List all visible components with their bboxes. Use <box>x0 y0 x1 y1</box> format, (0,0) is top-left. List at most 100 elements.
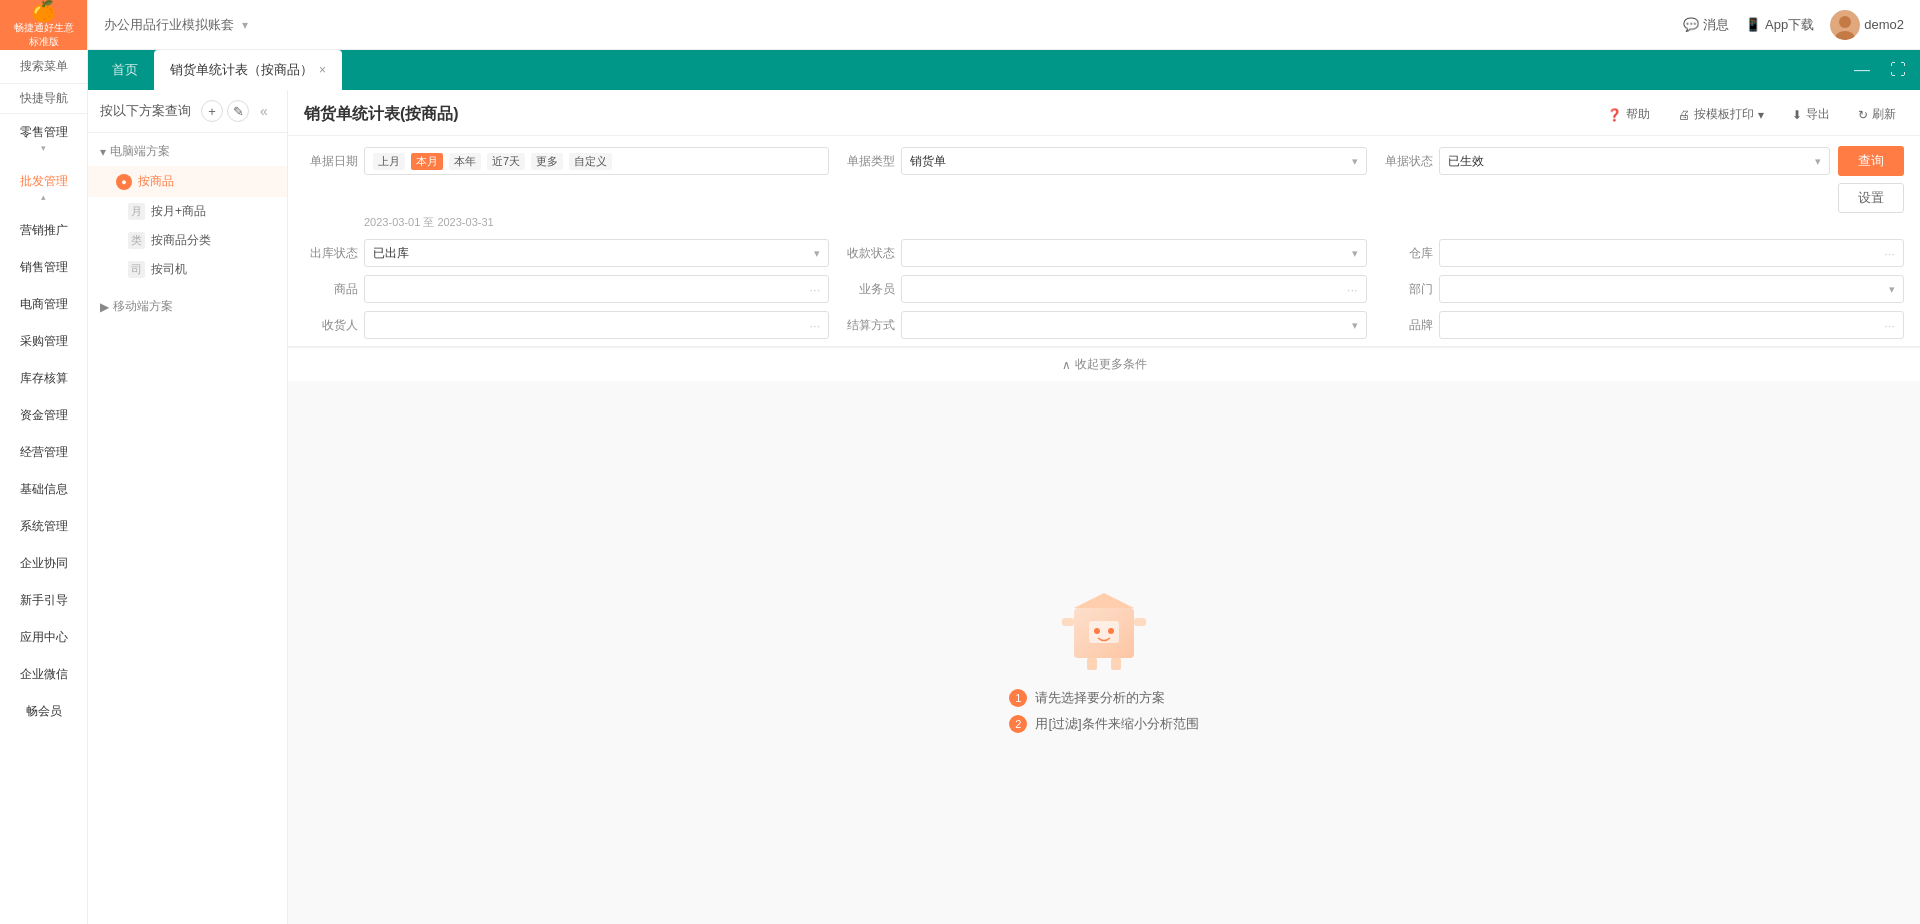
date-this-year-btn[interactable]: 本年 <box>449 153 481 170</box>
app-download-btn[interactable]: 📱 App下载 <box>1745 16 1814 34</box>
warehouse-input[interactable]: ··· <box>1439 239 1904 267</box>
product-input[interactable]: ··· <box>364 275 829 303</box>
receiver-more-icon[interactable]: ··· <box>809 318 820 333</box>
message-label: 消息 <box>1703 16 1729 34</box>
sidebar-search[interactable]: 搜索菜单 <box>0 50 87 84</box>
sidebar-item-system[interactable]: 系统管理 <box>0 508 87 545</box>
settlement-input[interactable]: ▾ <box>901 311 1366 339</box>
logo[interactable]: 🍊 畅捷通好生意 标准版 <box>0 0 87 50</box>
tab-home[interactable]: 首页 <box>96 50 154 90</box>
product-more-icon[interactable]: ··· <box>809 282 820 297</box>
department-input[interactable]: ▾ <box>1439 275 1904 303</box>
reset-button[interactable]: 设置 <box>1838 183 1904 213</box>
warehouse-label: 仓库 <box>1379 245 1439 262</box>
tab-minimize-btn[interactable]: — <box>1848 56 1876 84</box>
sidebar-item-ecommerce[interactable]: 电商管理 <box>0 286 87 323</box>
mobile-scheme-group-title[interactable]: ▶ 移动端方案 <box>88 292 287 321</box>
scheme-item-month-product[interactable]: 月 按月+商品 <box>88 197 287 226</box>
sidebar-item-sales[interactable]: 销售管理 <box>0 249 87 286</box>
brand-label: 品牌 <box>1379 317 1439 334</box>
sidebar-item-operation[interactable]: 经营管理 <box>0 434 87 471</box>
department-arrow-icon: ▾ <box>1889 283 1895 296</box>
date-this-month-btn[interactable]: 本月 <box>411 153 443 170</box>
sidebar-item-purchase[interactable]: 采购管理 <box>0 323 87 360</box>
scheme-item-by-product[interactable]: ● 按商品 <box>88 166 287 197</box>
svg-rect-11 <box>1134 618 1146 626</box>
tab-sales-stat[interactable]: 销货单统计表（按商品） × <box>154 50 342 90</box>
sidebar-item-wholesale[interactable]: 批发管理 ▴ <box>0 163 87 212</box>
receipt-status-input[interactable]: ▾ <box>901 239 1366 267</box>
sidebar-item-newbie[interactable]: 新手引导 <box>0 582 87 619</box>
svg-rect-9 <box>1111 658 1121 670</box>
salesman-input[interactable]: ··· <box>901 275 1366 303</box>
svg-point-6 <box>1094 628 1100 634</box>
brand-more-icon[interactable]: ··· <box>1884 318 1895 333</box>
svg-rect-10 <box>1062 618 1074 626</box>
department-field-box: 部门 ▾ <box>1379 274 1904 304</box>
brand-input[interactable]: ··· <box>1439 311 1904 339</box>
tab-maximize-btn[interactable]: ⛶ <box>1884 56 1912 84</box>
collapse-panel-btn[interactable]: « <box>253 100 275 122</box>
settlement-arrow-icon: ▾ <box>1352 319 1358 332</box>
topbar-right: 💬 消息 📱 App下载 demo2 <box>1683 10 1904 40</box>
query-button[interactable]: 查询 <box>1838 146 1904 176</box>
sidebar-item-appcenter[interactable]: 应用中心 <box>0 619 87 656</box>
sidebar-item-wechat[interactable]: 企业微信 <box>0 656 87 693</box>
refresh-label: 刷新 <box>1872 106 1896 123</box>
sidebar-item-corp[interactable]: 企业协同 <box>0 545 87 582</box>
sidebar-item-retail[interactable]: 零售管理 ▾ <box>0 114 87 163</box>
export-label: 导出 <box>1806 106 1830 123</box>
sidebar-quicknav[interactable]: 快捷导航 <box>0 84 87 114</box>
print-btn[interactable]: 🖨 按模板打印 ▾ <box>1670 102 1772 127</box>
scheme-item-driver[interactable]: 司 按司机 <box>88 255 287 284</box>
page-content: 按以下方案查询 + ✎ « ▾ 电脑端方案 ● 按商品 月 按月 <box>88 90 1920 924</box>
doc-status-input[interactable]: 已生效 ▾ <box>1439 147 1830 175</box>
logo-sub: 标准版 <box>29 35 59 49</box>
pc-scheme-group-title[interactable]: ▾ 电脑端方案 <box>88 137 287 166</box>
scheme-item-label: 按商品分类 <box>151 232 211 249</box>
scheme-item-category[interactable]: 类 按商品分类 <box>88 226 287 255</box>
tip-text-2: 用[过滤]条件来缩小分析范围 <box>1035 715 1198 733</box>
date-last7-btn[interactable]: 近7天 <box>487 153 525 170</box>
tab-close-icon[interactable]: × <box>319 63 326 77</box>
doc-type-field-box: 单据类型 销货单 ▾ <box>841 146 1366 176</box>
doc-type-input[interactable]: 销货单 ▾ <box>901 147 1366 175</box>
left-panel-title: 按以下方案查询 <box>100 102 191 120</box>
print-icon: 🖨 <box>1678 108 1690 122</box>
salesman-field-box: 业务员 ··· <box>841 274 1366 304</box>
out-status-input[interactable]: 已出库 ▾ <box>364 239 829 267</box>
sidebar-item-inventory[interactable]: 库存核算 <box>0 360 87 397</box>
app-download-icon: 📱 <box>1745 17 1761 32</box>
pc-scheme-label: 电脑端方案 <box>110 143 170 160</box>
add-scheme-btn[interactable]: + <box>201 100 223 122</box>
date-custom-btn[interactable]: 自定义 <box>569 153 612 170</box>
product-label: 商品 <box>304 281 364 298</box>
sidebar-item-finance[interactable]: 资金管理 <box>0 397 87 434</box>
collapse-bar[interactable]: ∧ 收起更多条件 <box>288 347 1920 381</box>
export-btn[interactable]: ⬇ 导出 <box>1784 102 1838 127</box>
mobile-scheme-group: ▶ 移动端方案 <box>88 288 287 325</box>
edit-scheme-btn[interactable]: ✎ <box>227 100 249 122</box>
salesman-more-icon[interactable]: ··· <box>1347 282 1358 297</box>
sidebar-item-marketing[interactable]: 营销推广 <box>0 212 87 249</box>
expand-icon: ▾ <box>100 145 106 159</box>
workspace-dropdown-icon[interactable]: ▾ <box>242 18 248 32</box>
pc-scheme-group: ▾ 电脑端方案 ● 按商品 月 按月+商品 类 按商品分类 司 按司机 <box>88 133 287 288</box>
warehouse-field-box: 仓库 ··· <box>1379 238 1904 268</box>
date-last-month-btn[interactable]: 上月 <box>373 153 405 170</box>
search-label: 搜索菜单 <box>20 59 68 73</box>
warehouse-more-icon[interactable]: ··· <box>1884 246 1895 261</box>
help-btn[interactable]: ❓ 帮助 <box>1599 102 1658 127</box>
scheme-item-label: 按司机 <box>151 261 187 278</box>
topbar: 办公用品行业模拟账套 ▾ 💬 消息 📱 App下载 demo2 <box>88 0 1920 50</box>
receiver-input[interactable]: ··· <box>364 311 829 339</box>
settlement-field-box: 结算方式 ▾ <box>841 310 1366 340</box>
date-field[interactable]: 上月 本月 本年 近7天 更多 自定义 <box>364 147 829 175</box>
date-more-btn[interactable]: 更多 <box>531 153 563 170</box>
refresh-btn[interactable]: ↻ 刷新 <box>1850 102 1904 127</box>
sidebar-item-basic[interactable]: 基础信息 <box>0 471 87 508</box>
user-menu[interactable]: demo2 <box>1830 10 1904 40</box>
sidebar-item-member[interactable]: 畅会员 <box>0 693 87 730</box>
sub-icon-cat: 类 <box>128 232 145 249</box>
message-btn[interactable]: 💬 消息 <box>1683 16 1729 34</box>
